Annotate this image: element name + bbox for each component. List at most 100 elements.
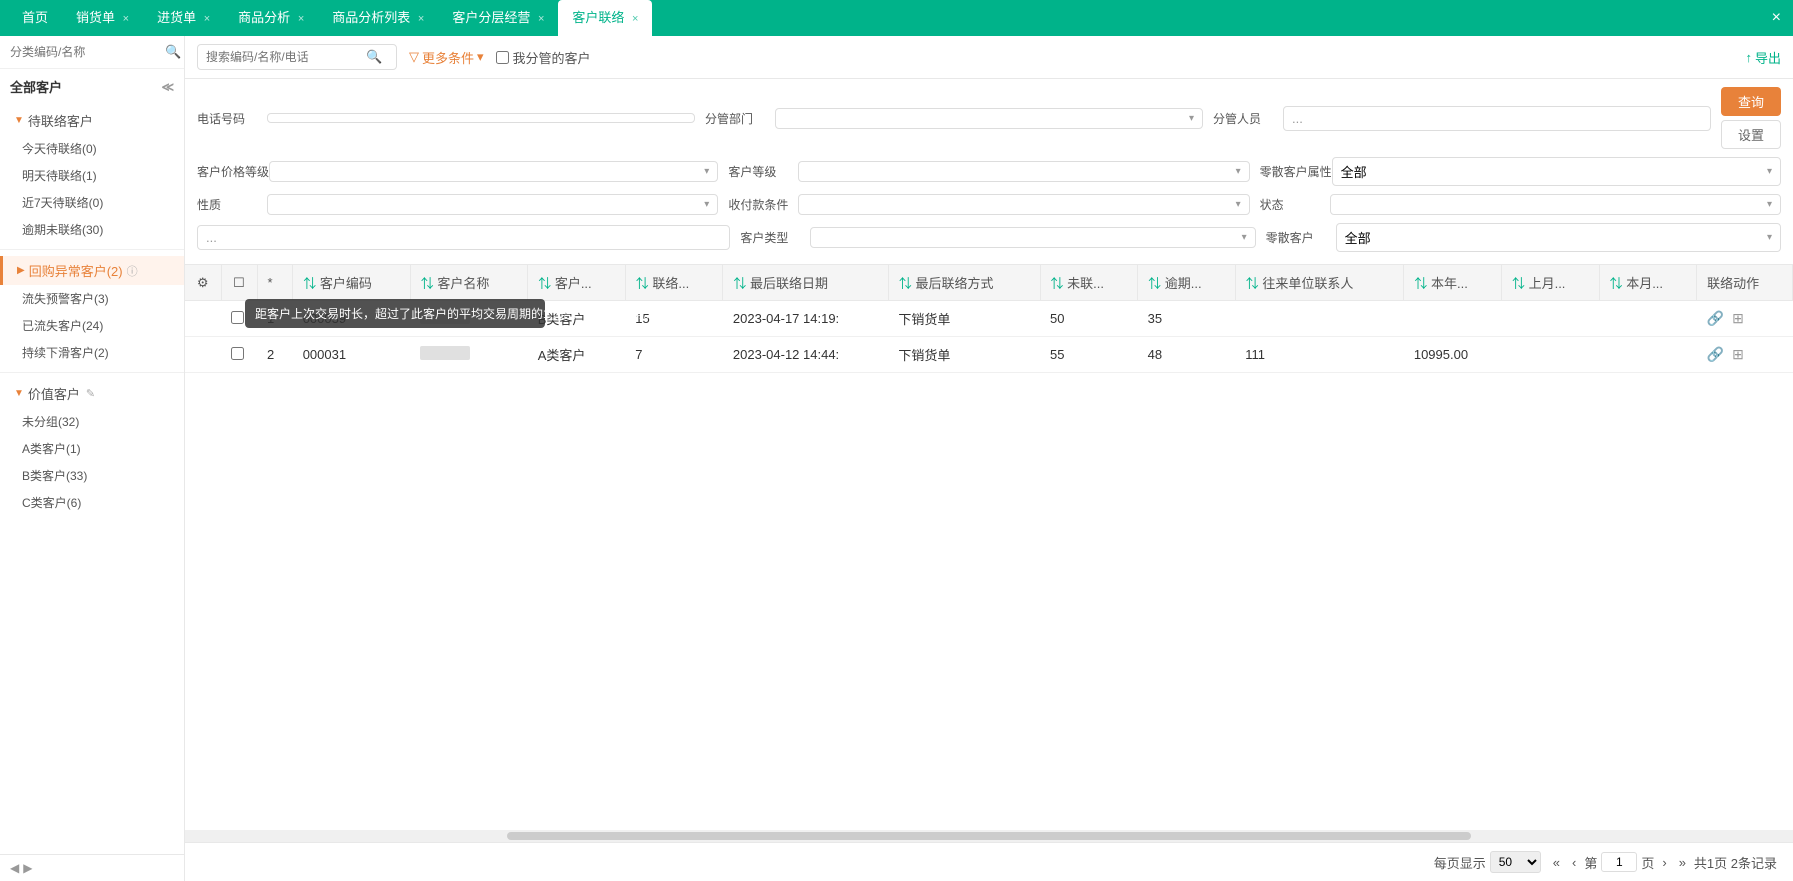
nature-select[interactable]: ▾: [267, 194, 718, 215]
row2-check[interactable]: [221, 337, 257, 373]
sidebar-item-lost-warning[interactable]: 流失预警客户(3): [0, 285, 184, 312]
window-close-button[interactable]: ×: [1772, 9, 1781, 27]
value-group-edit-icon[interactable]: ✎: [86, 387, 95, 400]
my-customers-checkbox[interactable]: [496, 51, 509, 64]
col-type[interactable]: ⇅ 客户...: [528, 265, 626, 301]
close-analysis-icon[interactable]: ×: [298, 13, 304, 25]
value-group-title[interactable]: ▼ 价值客户 ✎: [0, 379, 184, 408]
filter-more-input[interactable]: ...: [197, 225, 730, 250]
nav-home[interactable]: 首页: [8, 0, 62, 36]
close-contact-icon[interactable]: ×: [632, 13, 638, 25]
row2-actions: 🔗 ⊞: [1697, 337, 1793, 373]
payment-select[interactable]: ▾: [798, 194, 1249, 215]
row2-grid-action-icon[interactable]: ⊞: [1732, 346, 1744, 363]
all-customers-section[interactable]: 全部客户 ≪: [0, 69, 184, 104]
close-purchase-icon[interactable]: ×: [204, 13, 210, 25]
sidebar-item-lost[interactable]: 已流失客户(24): [0, 312, 184, 339]
pending-arrow-icon: ▼: [14, 115, 24, 126]
retail-customer-select[interactable]: 全部 ▾: [1336, 223, 1781, 252]
col-last-method[interactable]: ⇅ 最后联络方式: [888, 265, 1040, 301]
dept-caret-icon: ▾: [1189, 113, 1194, 124]
row1-grid-action-icon[interactable]: ⊞: [1732, 310, 1744, 327]
col-unit-contact[interactable]: ⇅ 往来单位联系人: [1235, 265, 1404, 301]
close-sales-icon[interactable]: ×: [123, 13, 129, 25]
sidebar-item-declining[interactable]: 持续下滑客户(2): [0, 339, 184, 366]
row2-date: 2023-04-12 14:44:: [723, 337, 889, 373]
dept-select[interactable]: ▾: [775, 108, 1203, 129]
close-segment-icon[interactable]: ×: [538, 13, 544, 25]
col-this-month[interactable]: ⇅ 本月...: [1599, 265, 1697, 301]
sidebar-search-icon[interactable]: 🔍: [165, 44, 181, 60]
sidebar-item-7days[interactable]: 近7天待联络(0): [0, 189, 184, 216]
col-contact[interactable]: ⇅ 联络...: [625, 265, 723, 301]
search-icon[interactable]: 🔍: [366, 49, 382, 65]
sidebar-item-tomorrow[interactable]: 明天待联络(1): [0, 162, 184, 189]
export-button[interactable]: ↑ 导出: [1745, 48, 1781, 67]
phone-input[interactable]: [267, 113, 695, 123]
col-last-date[interactable]: ⇅ 最后联络日期: [723, 265, 889, 301]
customer-type-select[interactable]: ▾: [810, 227, 1255, 248]
sidebar-search-input[interactable]: [10, 45, 165, 59]
price-level-select[interactable]: ▾: [269, 161, 718, 182]
row2-checkbox[interactable]: [231, 347, 244, 360]
row2-link-action-icon[interactable]: 🔗: [1707, 346, 1724, 363]
my-customers-checkbox-container: 我分管的客户: [496, 48, 591, 67]
more-ellipsis-icon[interactable]: ...: [206, 230, 217, 245]
row1-date: 2023-04-17 14:19:: [723, 301, 889, 337]
next-page-button[interactable]: ›: [1658, 853, 1670, 872]
manager-more-icon[interactable]: ...: [1292, 111, 1303, 126]
customer-level-select[interactable]: ▾: [798, 161, 1249, 182]
row1-checkbox[interactable]: [231, 311, 244, 324]
sidebar-scroll-right[interactable]: ▶: [23, 861, 32, 875]
settings-button[interactable]: 设置: [1721, 120, 1781, 149]
collapse-sidebar-icon[interactable]: ≪: [161, 80, 174, 94]
col-check[interactable]: ☐: [221, 265, 257, 301]
col-this-year[interactable]: ⇅ 本年...: [1404, 265, 1502, 301]
first-page-button[interactable]: «: [1549, 853, 1564, 872]
filter-retail-attr: 零散客户属性 全部 ▾: [1260, 157, 1781, 186]
pending-contact-title[interactable]: ▼ 待联络客户: [0, 106, 184, 135]
col-overdue[interactable]: ⇅ 逾期...: [1138, 265, 1236, 301]
row2-method-link[interactable]: 下销货单: [898, 348, 950, 363]
query-button[interactable]: 查询: [1721, 87, 1781, 116]
nav-customer-contact[interactable]: 客户联络 ×: [558, 0, 652, 36]
col-settings[interactable]: ⚙: [185, 265, 221, 301]
retail-attr-select[interactable]: 全部 ▾: [1332, 157, 1781, 186]
scrollbar-thumb[interactable]: [507, 832, 1472, 840]
last-page-button[interactable]: »: [1675, 853, 1690, 872]
nav-sales[interactable]: 销货单 ×: [62, 0, 143, 36]
sidebar-scroll-left[interactable]: ◀: [10, 861, 19, 875]
abnormal-group-title[interactable]: ▶ 回购异常客户(2) ⓘ: [0, 256, 184, 285]
search-input[interactable]: [206, 50, 366, 64]
sidebar-item-class-c[interactable]: C类客户(6): [0, 489, 184, 516]
filter-bar: 🔍 ▽ 更多条件 ▾ 我分管的客户 ↑ 导出: [185, 36, 1793, 79]
row2-name: [410, 337, 528, 373]
row1-method[interactable]: 下销货单: [888, 301, 1040, 337]
page-number-input[interactable]: [1601, 852, 1637, 872]
col-uncontacted[interactable]: ⇅ 未联...: [1040, 265, 1138, 301]
more-conditions-button[interactable]: ▽ 更多条件 ▾: [409, 48, 484, 67]
row1-method-link[interactable]: 下销货单: [898, 312, 950, 327]
close-analysis-list-icon[interactable]: ×: [418, 13, 424, 25]
col-name[interactable]: ⇅ 客户名称: [410, 265, 528, 301]
nav-analysis-list[interactable]: 商品分析列表 ×: [318, 0, 438, 36]
sidebar-item-overdue[interactable]: 逾期未联络(30): [0, 216, 184, 243]
row1-link-action-icon[interactable]: 🔗: [1707, 310, 1724, 327]
manager-input[interactable]: ...: [1283, 106, 1711, 131]
col-last-month[interactable]: ⇅ 上月...: [1501, 265, 1599, 301]
sidebar-item-class-b[interactable]: B类客户(33): [0, 462, 184, 489]
status-select[interactable]: ▾: [1330, 194, 1781, 215]
nav-purchase[interactable]: 进货单 ×: [143, 0, 224, 36]
row2-code[interactable]: 000031: [293, 337, 411, 373]
sidebar-item-class-a[interactable]: A类客户(1): [0, 435, 184, 462]
abnormal-group: ▶ 回购异常客户(2) ⓘ 流失预警客户(3) 已流失客户(24) 持续下滑客户…: [0, 254, 184, 368]
horizontal-scrollbar[interactable]: [185, 830, 1793, 842]
nav-customer-segment[interactable]: 客户分层经营 ×: [438, 0, 558, 36]
sidebar-item-today[interactable]: 今天待联络(0): [0, 135, 184, 162]
prev-page-button[interactable]: ‹: [1568, 853, 1580, 872]
sidebar-item-ungroup[interactable]: 未分组(32): [0, 408, 184, 435]
col-code[interactable]: ⇅ 客户编码: [293, 265, 411, 301]
row2-method[interactable]: 下销货单: [888, 337, 1040, 373]
per-page-select[interactable]: 50 20 100: [1490, 851, 1541, 873]
nav-analysis[interactable]: 商品分析 ×: [224, 0, 318, 36]
